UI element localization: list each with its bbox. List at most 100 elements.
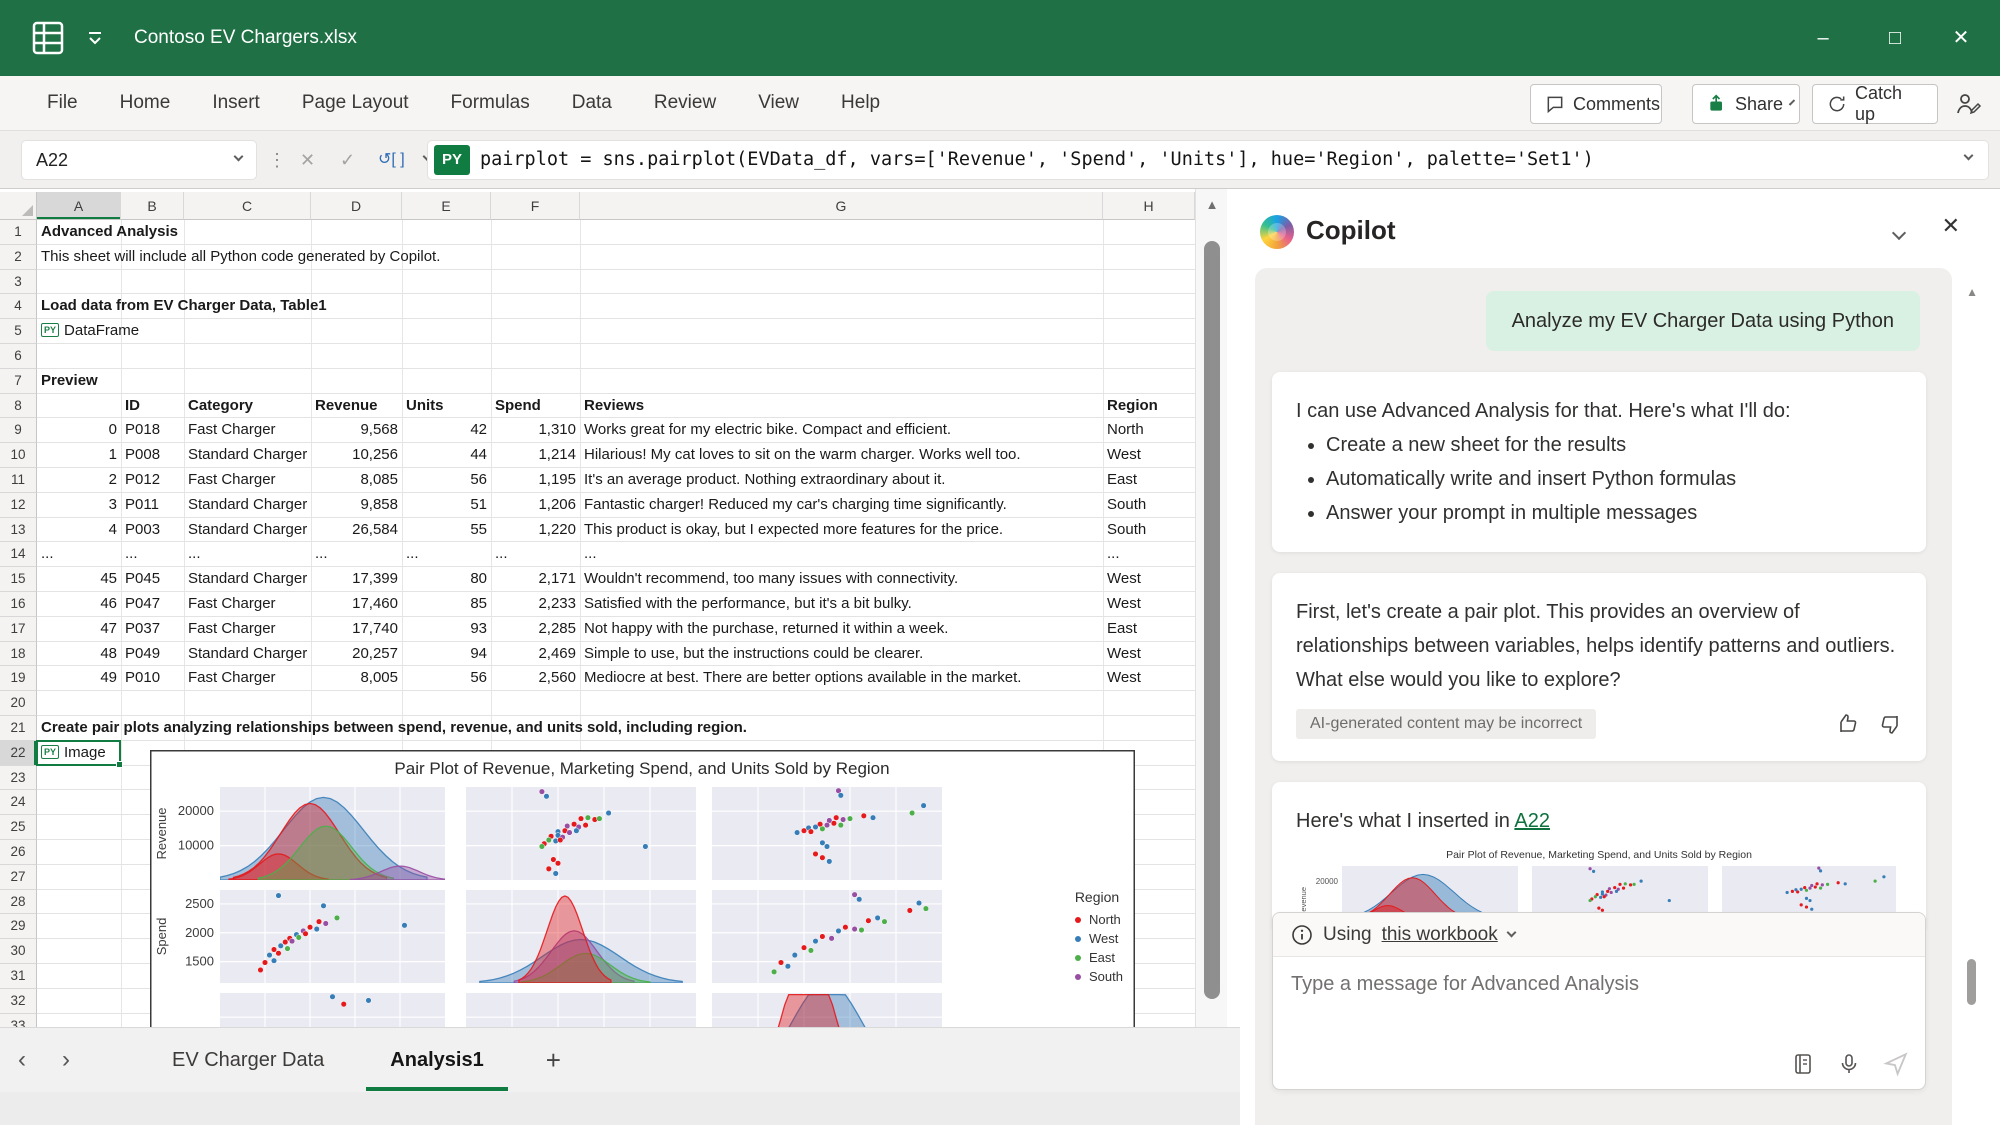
cell-E10[interactable]: 44 bbox=[402, 443, 491, 468]
thumbs-up-icon[interactable] bbox=[1836, 712, 1860, 736]
cell-H12[interactable]: South bbox=[1103, 493, 1195, 518]
workbook-scope-link[interactable]: this workbook bbox=[1382, 924, 1498, 946]
ribbon-tab-formulas[interactable]: Formulas bbox=[430, 76, 551, 131]
maximize-button[interactable]: □ bbox=[1862, 0, 1928, 76]
cell-B9[interactable]: P018 bbox=[121, 418, 184, 443]
cell-D14[interactable]: ... bbox=[311, 542, 402, 567]
cell-H14[interactable]: ... bbox=[1103, 542, 1195, 567]
cell-F17[interactable]: 2,285 bbox=[491, 617, 580, 642]
panel-scrollbar-thumb[interactable] bbox=[1967, 959, 1976, 1005]
ribbon-tab-insert[interactable]: Insert bbox=[191, 76, 281, 131]
row-header-8[interactable]: 8 bbox=[0, 394, 37, 419]
cell-G15[interactable]: Wouldn't recommend, too many issues with… bbox=[580, 567, 1103, 592]
cell-F14[interactable]: ... bbox=[491, 542, 580, 567]
row-header-28[interactable]: 28 bbox=[0, 890, 37, 915]
sheet-nav-left-icon[interactable]: ‹ bbox=[0, 1046, 44, 1074]
share-button[interactable]: Share bbox=[1692, 84, 1800, 124]
cell-A4[interactable]: Load data from EV Charger Data, Table1 bbox=[37, 294, 121, 319]
cell-D11[interactable]: 8,085 bbox=[311, 468, 402, 493]
ribbon-tab-review[interactable]: Review bbox=[633, 76, 737, 131]
cell-C8[interactable]: Category bbox=[184, 394, 311, 419]
cell-C18[interactable]: Standard Charger bbox=[184, 642, 311, 667]
cell-D17[interactable]: 17,740 bbox=[311, 617, 402, 642]
copilot-collapse-icon[interactable] bbox=[1894, 225, 1904, 243]
cell-D18[interactable]: 20,257 bbox=[311, 642, 402, 667]
row-header-11[interactable]: 11 bbox=[0, 468, 37, 493]
row-header-3[interactable]: 3 bbox=[0, 270, 37, 295]
sheet-nav-right-icon[interactable]: › bbox=[44, 1046, 88, 1074]
cell-E8[interactable]: Units bbox=[402, 394, 491, 419]
cell-C14[interactable]: ... bbox=[184, 542, 311, 567]
cell-A14[interactable]: ... bbox=[37, 542, 121, 567]
row-header-15[interactable]: 15 bbox=[0, 567, 37, 592]
cell-A18[interactable]: 48 bbox=[37, 642, 121, 667]
cell-H16[interactable]: West bbox=[1103, 592, 1195, 617]
cell-A17[interactable]: 47 bbox=[37, 617, 121, 642]
cell-E15[interactable]: 80 bbox=[402, 567, 491, 592]
cell-B16[interactable]: P047 bbox=[121, 592, 184, 617]
cell-E19[interactable]: 56 bbox=[402, 666, 491, 691]
cell-H9[interactable]: North bbox=[1103, 418, 1195, 443]
row-header-22[interactable]: 22 bbox=[0, 741, 37, 766]
cell-F8[interactable]: Spend bbox=[491, 394, 580, 419]
cancel-entry-icon[interactable]: ✕ bbox=[300, 141, 315, 179]
cell-E16[interactable]: 85 bbox=[402, 592, 491, 617]
cell-G18[interactable]: Simple to use, but the instructions coul… bbox=[580, 642, 1103, 667]
row-header-13[interactable]: 13 bbox=[0, 518, 37, 543]
active-cell-selection[interactable] bbox=[36, 740, 121, 766]
cell-E18[interactable]: 94 bbox=[402, 642, 491, 667]
row-header-1[interactable]: 1 bbox=[0, 220, 37, 245]
column-header-H[interactable]: H bbox=[1103, 192, 1195, 220]
row-header-9[interactable]: 9 bbox=[0, 418, 37, 443]
cell-E14[interactable]: ... bbox=[402, 542, 491, 567]
cell-A13[interactable]: 4 bbox=[37, 518, 121, 543]
cell-G17[interactable]: Not happy with the purchase, returned it… bbox=[580, 617, 1103, 642]
cell-G12[interactable]: Fantastic charger! Reduced my car's char… bbox=[580, 493, 1103, 518]
cell-H11[interactable]: East bbox=[1103, 468, 1195, 493]
row-header-6[interactable]: 6 bbox=[0, 344, 37, 369]
cell-F12[interactable]: 1,206 bbox=[491, 493, 580, 518]
row-header-14[interactable]: 14 bbox=[0, 542, 37, 567]
fill-handle[interactable] bbox=[116, 761, 123, 768]
cell-B15[interactable]: P045 bbox=[121, 567, 184, 592]
ribbon-tab-page-layout[interactable]: Page Layout bbox=[281, 76, 430, 131]
ribbon-tab-help[interactable]: Help bbox=[820, 76, 901, 131]
app-menu-chevron-icon[interactable] bbox=[86, 30, 104, 46]
column-header-F[interactable]: F bbox=[491, 192, 580, 220]
column-header-C[interactable]: C bbox=[184, 192, 311, 220]
cell-A7[interactable]: Preview bbox=[37, 369, 121, 394]
copilot-close-icon[interactable]: ✕ bbox=[1942, 213, 1960, 239]
ribbon-tab-data[interactable]: Data bbox=[551, 76, 633, 131]
send-icon[interactable] bbox=[1883, 1051, 1909, 1077]
cell-A12[interactable]: 3 bbox=[37, 493, 121, 518]
cell-G14[interactable]: ... bbox=[580, 542, 1103, 567]
cell-C15[interactable]: Standard Charger bbox=[184, 567, 311, 592]
cell-D9[interactable]: 9,568 bbox=[311, 418, 402, 443]
cell-C11[interactable]: Fast Charger bbox=[184, 468, 311, 493]
row-header-25[interactable]: 25 bbox=[0, 815, 37, 840]
cell-C16[interactable]: Fast Charger bbox=[184, 592, 311, 617]
column-header-D[interactable]: D bbox=[311, 192, 402, 220]
sheet-tab-ev-charger-data[interactable]: EV Charger Data bbox=[148, 1029, 348, 1091]
spreadsheet-grid[interactable]: ABCDEFGH1Advanced Analysis2This sheet wi… bbox=[0, 189, 1195, 1027]
presence-person-icon[interactable] bbox=[1954, 90, 1982, 118]
row-header-21[interactable]: 21 bbox=[0, 716, 37, 741]
ribbon-tab-view[interactable]: View bbox=[737, 76, 820, 131]
row-header-29[interactable]: 29 bbox=[0, 914, 37, 939]
cell-G8[interactable]: Reviews bbox=[580, 394, 1103, 419]
ribbon-tab-home[interactable]: Home bbox=[99, 76, 192, 131]
row-header-26[interactable]: 26 bbox=[0, 840, 37, 865]
cell-F15[interactable]: 2,171 bbox=[491, 567, 580, 592]
cell-A11[interactable]: 2 bbox=[37, 468, 121, 493]
row-header-24[interactable]: 24 bbox=[0, 790, 37, 815]
cell-B14[interactable]: ... bbox=[121, 542, 184, 567]
row-header-10[interactable]: 10 bbox=[0, 443, 37, 468]
cell-E9[interactable]: 42 bbox=[402, 418, 491, 443]
name-box[interactable]: A22 bbox=[22, 141, 256, 179]
cell-B19[interactable]: P010 bbox=[121, 666, 184, 691]
python-object-icon[interactable]: ↺[ ] bbox=[378, 141, 405, 179]
cell-G9[interactable]: Works great for my electric bike. Compac… bbox=[580, 418, 1103, 443]
cell-F10[interactable]: 1,214 bbox=[491, 443, 580, 468]
cell-H10[interactable]: West bbox=[1103, 443, 1195, 468]
cell-B11[interactable]: P012 bbox=[121, 468, 184, 493]
